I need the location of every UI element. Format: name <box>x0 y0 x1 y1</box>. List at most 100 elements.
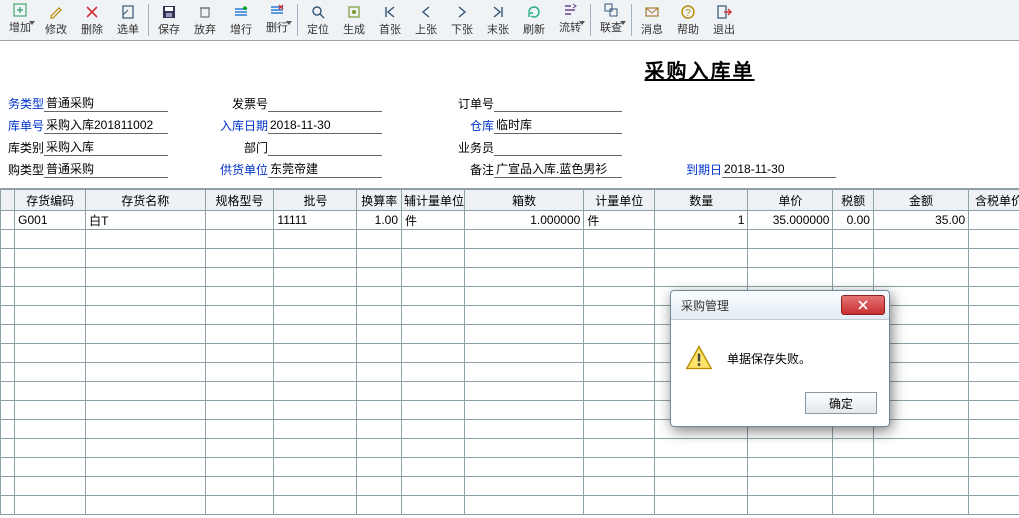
cell[interactable] <box>584 401 655 420</box>
cell[interactable] <box>274 268 357 287</box>
cell[interactable] <box>1 458 15 477</box>
field-input-到期日[interactable] <box>722 160 836 178</box>
cell[interactable] <box>274 382 357 401</box>
cell[interactable] <box>969 382 1019 401</box>
cell[interactable] <box>969 458 1019 477</box>
cell[interactable] <box>1 420 15 439</box>
cell[interactable] <box>1 306 15 325</box>
cell[interactable] <box>1 477 15 496</box>
cell[interactable] <box>15 306 86 325</box>
cell[interactable] <box>464 363 584 382</box>
cell[interactable] <box>15 458 86 477</box>
cell[interactable] <box>833 477 874 496</box>
cell[interactable] <box>15 268 86 287</box>
cell[interactable] <box>748 439 833 458</box>
cell[interactable] <box>1 401 15 420</box>
cell[interactable]: 11111 <box>274 211 357 230</box>
field-input-备注[interactable] <box>494 160 622 178</box>
cell[interactable] <box>205 344 274 363</box>
cell[interactable] <box>15 401 86 420</box>
column-header[interactable]: 存货名称 <box>86 190 206 211</box>
table-row[interactable] <box>1 477 1019 496</box>
table-row[interactable] <box>1 439 1019 458</box>
cell[interactable] <box>584 268 655 287</box>
cell[interactable] <box>1 325 15 344</box>
cell[interactable] <box>357 344 402 363</box>
cell[interactable] <box>205 363 274 382</box>
toolbar-generate-button[interactable]: 生成 <box>336 0 372 40</box>
toolbar-select-doc-button[interactable]: 选单 <box>110 0 146 40</box>
cell[interactable] <box>655 496 748 515</box>
cell[interactable]: 1.000000 <box>464 211 584 230</box>
toolbar-save-button[interactable]: 保存 <box>151 0 187 40</box>
dialog-close-button[interactable] <box>841 295 885 315</box>
cell[interactable] <box>1 211 15 230</box>
cell[interactable] <box>357 363 402 382</box>
cell[interactable] <box>402 382 465 401</box>
cell[interactable] <box>357 287 402 306</box>
cell[interactable] <box>584 249 655 268</box>
cell[interactable] <box>873 458 968 477</box>
cell[interactable] <box>584 382 655 401</box>
cell[interactable] <box>357 496 402 515</box>
cell[interactable] <box>748 249 833 268</box>
cell[interactable] <box>274 496 357 515</box>
cell[interactable] <box>274 401 357 420</box>
cell[interactable] <box>205 287 274 306</box>
cell[interactable] <box>655 439 748 458</box>
cell[interactable] <box>205 458 274 477</box>
cell[interactable] <box>655 477 748 496</box>
cell[interactable]: 1.00 <box>357 211 402 230</box>
field-input-业务员[interactable] <box>494 138 622 156</box>
cell[interactable] <box>86 344 206 363</box>
cell[interactable]: 35.00 <box>873 211 968 230</box>
cell[interactable] <box>1 496 15 515</box>
table-row[interactable] <box>1 496 1019 515</box>
cell[interactable] <box>969 268 1019 287</box>
cell[interactable] <box>86 420 206 439</box>
cell[interactable] <box>357 439 402 458</box>
column-header[interactable]: 税额 <box>833 190 874 211</box>
cell[interactable] <box>464 458 584 477</box>
cell[interactable]: 0.00 <box>833 211 874 230</box>
cell[interactable] <box>833 496 874 515</box>
toolbar-add-row-button[interactable]: 增行 <box>223 0 259 40</box>
cell[interactable] <box>873 268 968 287</box>
cell[interactable] <box>464 287 584 306</box>
cell[interactable] <box>86 249 206 268</box>
cell[interactable] <box>584 287 655 306</box>
cell[interactable] <box>748 496 833 515</box>
cell[interactable] <box>86 458 206 477</box>
cell[interactable] <box>86 287 206 306</box>
toolbar-discard-button[interactable]: 放弃 <box>187 0 223 40</box>
table-row[interactable] <box>1 230 1019 249</box>
field-input-库单号[interactable] <box>44 116 168 134</box>
cell[interactable] <box>748 230 833 249</box>
column-header[interactable]: 计量单位 <box>584 190 655 211</box>
toolbar-refresh-button[interactable]: 刷新 <box>516 0 552 40</box>
cell[interactable] <box>1 363 15 382</box>
cell[interactable] <box>969 477 1019 496</box>
cell[interactable] <box>205 211 274 230</box>
field-input-订单号[interactable] <box>494 94 622 112</box>
cell[interactable] <box>584 496 655 515</box>
cell[interactable] <box>584 477 655 496</box>
toolbar-last-button[interactable]: 末张 <box>480 0 516 40</box>
toolbar-first-button[interactable]: 首张 <box>372 0 408 40</box>
cell[interactable] <box>1 287 15 306</box>
cell[interactable] <box>402 458 465 477</box>
toolbar-exit-button[interactable]: 退出 <box>706 0 742 40</box>
cell[interactable] <box>86 477 206 496</box>
cell[interactable] <box>15 496 86 515</box>
cell[interactable] <box>274 287 357 306</box>
field-input-购类型[interactable] <box>44 160 168 178</box>
cell[interactable] <box>357 306 402 325</box>
cell[interactable] <box>402 325 465 344</box>
toolbar-help-button[interactable]: ?帮助 <box>670 0 706 40</box>
field-input-发票号[interactable] <box>268 94 382 112</box>
cell[interactable] <box>402 477 465 496</box>
cell[interactable] <box>584 363 655 382</box>
cell[interactable] <box>15 249 86 268</box>
cell[interactable] <box>205 325 274 344</box>
cell[interactable] <box>205 477 274 496</box>
